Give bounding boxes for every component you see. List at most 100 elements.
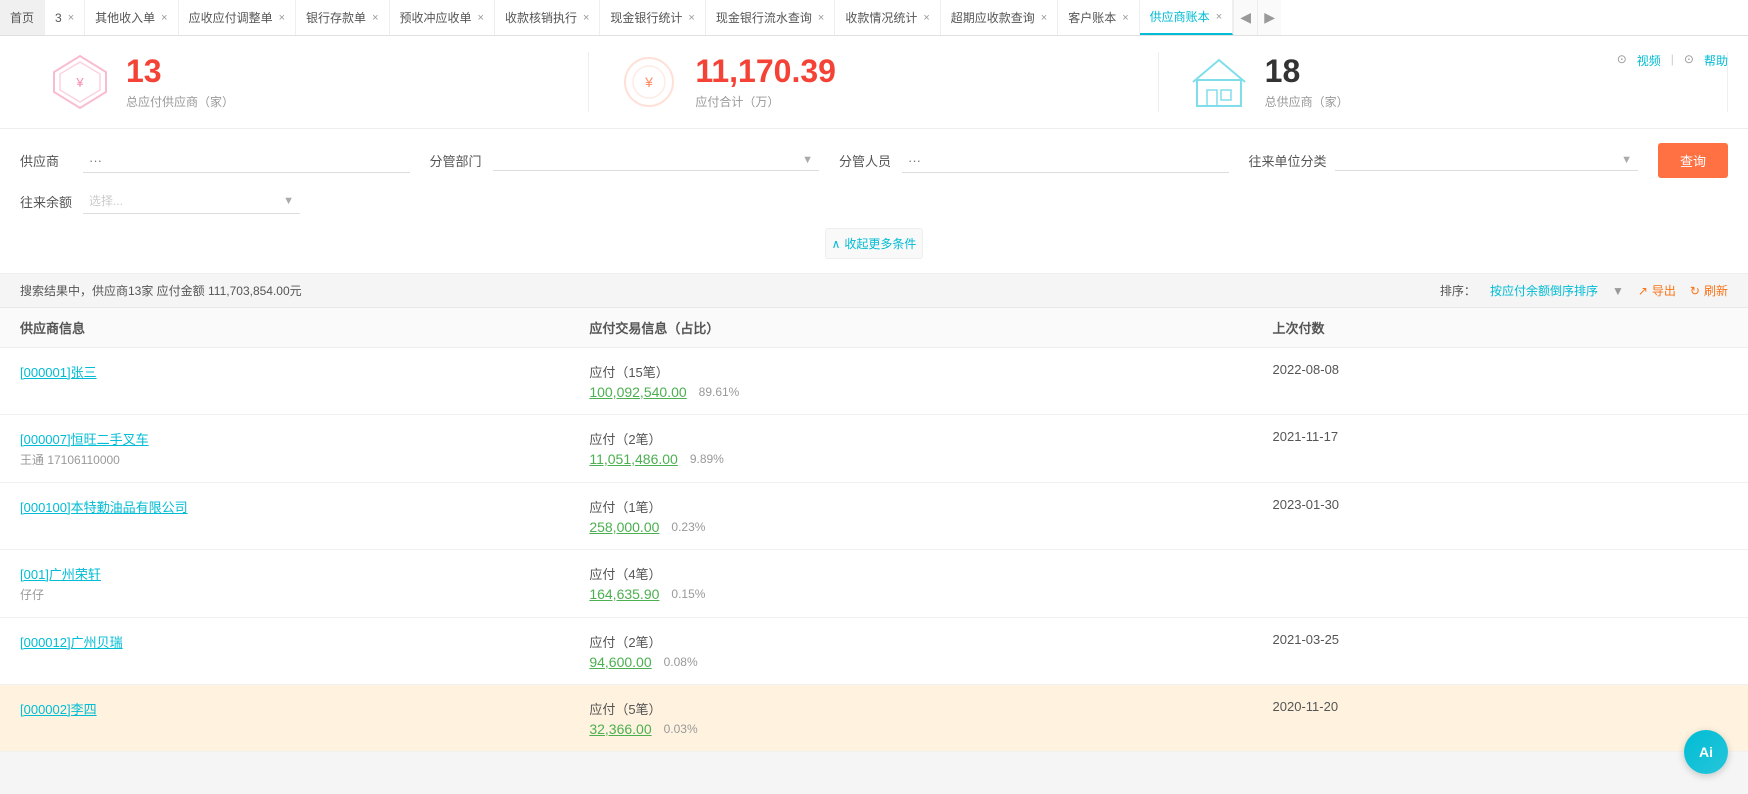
nav-home[interactable]: 首页: [0, 0, 45, 35]
table-body: [000001]张三 应付（15笔） 100,092,540.00 89.61%…: [0, 348, 1748, 752]
trans-amount-3[interactable]: 164,635.90: [589, 586, 659, 602]
nav-cash-bank-stat[interactable]: 现金银行统计 ×: [600, 0, 705, 35]
balance-filter-select[interactable]: 选择... ▼: [83, 188, 300, 214]
payable-suppliers-value: 13: [126, 55, 234, 87]
trans-amount-row-4: 94,600.00 0.08%: [589, 654, 1272, 670]
nav-other-income[interactable]: 其他收入单 ×: [85, 0, 178, 35]
filter-section: 供应商 分管部门 ▼ 分管人员 往来单位分类 ▼ 查询: [0, 129, 1748, 274]
last-pay-date-2: 2023-01-30: [1273, 497, 1340, 512]
refresh-button[interactable]: ↻ 刷新: [1690, 282, 1728, 299]
nav-receipt-stat-close[interactable]: ×: [923, 12, 929, 24]
summary-card3-content: 18 总供应商（家）: [1265, 55, 1349, 110]
supplier-link-1[interactable]: [000007]恒旺二手叉车: [20, 432, 149, 447]
supplier-link-2[interactable]: [000100]本特勤油品有限公司: [20, 500, 188, 515]
nav-bank-deposit[interactable]: 银行存款单 ×: [296, 0, 389, 35]
nav-receipt-verify[interactable]: 收款核销执行 ×: [495, 0, 600, 35]
nav-customer-book-close[interactable]: ×: [1122, 12, 1128, 24]
dept-filter-select[interactable]: ▼: [493, 150, 820, 171]
nav-receipt-stat[interactable]: 收款情况统计 ×: [835, 0, 940, 35]
collapse-label: 收起更多条件: [844, 235, 916, 252]
nav-adjust-close[interactable]: ×: [279, 12, 285, 24]
nav-prepay[interactable]: 预收冲应收单 ×: [390, 0, 495, 35]
supplier-filter-label: 供应商: [20, 151, 75, 170]
trans-percent-0: 89.61%: [699, 385, 740, 399]
transaction-cell-4: 应付（2笔） 94,600.00 0.08%: [589, 632, 1272, 670]
ai-badge[interactable]: Ai: [1684, 730, 1728, 774]
trans-label-0: 应付（15笔）: [589, 362, 1272, 381]
help-link[interactable]: 帮助: [1704, 52, 1728, 69]
nav-prepay-label: 预收冲应收单: [400, 9, 472, 26]
filter-category: 往来单位分类 ▼: [1249, 150, 1639, 171]
table-row: [000002]李四 应付（5笔） 32,366.00 0.03% 2020-1…: [0, 685, 1748, 752]
nav-cash-bank-query[interactable]: 现金银行流水查询 ×: [706, 0, 835, 35]
nav-other-income-close[interactable]: ×: [161, 12, 167, 24]
nav-overdue-close[interactable]: ×: [1041, 12, 1047, 24]
lastpay-cell-1: 2021-11-17: [1273, 429, 1728, 444]
nav-other-income-label: 其他收入单: [95, 9, 155, 26]
supplier-sub-3: 仔仔: [20, 586, 589, 603]
table-row: [000100]本特勤油品有限公司 应付（1笔） 258,000.00 0.23…: [0, 483, 1748, 550]
nav-customer-book-label: 客户账本: [1068, 9, 1116, 26]
nav-prev-arrow[interactable]: ◀: [1233, 0, 1257, 35]
trans-amount-1[interactable]: 11,051,486.00: [589, 451, 678, 467]
sort-value[interactable]: 按应付余额倒序排序: [1490, 282, 1598, 299]
nav-prepay-close[interactable]: ×: [478, 12, 484, 24]
nav-cash-bank-query-close[interactable]: ×: [818, 12, 824, 24]
nav-supplier-book-close[interactable]: ×: [1216, 11, 1222, 23]
nav-next-arrow[interactable]: ▶: [1257, 0, 1281, 35]
trans-amount-2[interactable]: 258,000.00: [589, 519, 659, 535]
trans-amount-row-2: 258,000.00 0.23%: [589, 519, 1272, 535]
nav-tab3-label: 3: [55, 11, 62, 25]
payable-amount-label: 应付合计（万）: [695, 93, 836, 110]
nav-adjust-label: 应收应付调整单: [189, 9, 273, 26]
summary-card-payable-suppliers: ¥ 13 总应付供应商（家）: [20, 52, 589, 112]
table-row: [001]广州荣轩 仔仔 应付（4笔） 164,635.90 0.15%: [0, 550, 1748, 618]
nav-cash-bank-query-label: 现金银行流水查询: [716, 9, 812, 26]
nav-cash-bank-stat-close[interactable]: ×: [688, 12, 694, 24]
last-pay-date-0: 2022-08-08: [1273, 362, 1340, 377]
table-row: [000001]张三 应付（15笔） 100,092,540.00 89.61%…: [0, 348, 1748, 415]
person-filter-input[interactable]: [902, 149, 1229, 173]
category-filter-label: 往来单位分类: [1249, 151, 1327, 170]
lastpay-cell-2: 2023-01-30: [1273, 497, 1728, 512]
nav-tab3[interactable]: 3 ×: [45, 0, 85, 35]
nav-customer-book[interactable]: 客户账本 ×: [1058, 0, 1139, 35]
trans-percent-2: 0.23%: [671, 520, 705, 534]
nav-overdue[interactable]: 超期应收款查询 ×: [941, 0, 1058, 35]
supplier-link-4[interactable]: [000012]广州贝瑞: [20, 635, 123, 650]
nav-supplier-book-label: 供应商账本: [1150, 8, 1210, 25]
nav-receipt-verify-label: 收款核销执行: [505, 9, 577, 26]
supplier-sub-1: 王通 17106110000: [20, 451, 589, 468]
trans-amount-row-0: 100,092,540.00 89.61%: [589, 384, 1272, 400]
category-filter-select[interactable]: ▼: [1335, 150, 1638, 171]
nav-receipt-verify-close[interactable]: ×: [583, 12, 589, 24]
nav-tab3-close[interactable]: ×: [68, 12, 74, 24]
trans-percent-5: 0.03%: [664, 722, 698, 736]
supplier-link-0[interactable]: [000001]张三: [20, 365, 97, 380]
collapse-button[interactable]: ∧ 收起更多条件: [825, 228, 924, 259]
ai-badge-label: Ai: [1699, 744, 1713, 760]
trans-amount-4[interactable]: 94,600.00: [589, 654, 651, 670]
trans-amount-row-5: 32,366.00 0.03%: [589, 721, 1272, 737]
balance-placeholder: 选择...: [89, 192, 123, 209]
trans-amount-0[interactable]: 100,092,540.00: [589, 384, 686, 400]
nav-adjust[interactable]: 应收应付调整单 ×: [179, 0, 296, 35]
trans-amount-row-3: 164,635.90 0.15%: [589, 586, 1272, 602]
transaction-cell-3: 应付（4笔） 164,635.90 0.15%: [589, 564, 1272, 602]
trans-amount-5[interactable]: 32,366.00: [589, 721, 651, 737]
transaction-cell-1: 应付（2笔） 11,051,486.00 9.89%: [589, 429, 1272, 467]
filter-collapse-row: ∧ 收起更多条件: [20, 224, 1728, 263]
query-button[interactable]: 查询: [1658, 143, 1728, 178]
nav-bank-deposit-close[interactable]: ×: [372, 12, 378, 24]
supplier-link-3[interactable]: [001]广州荣轩: [20, 567, 101, 582]
supplier-link-5[interactable]: [000002]李四: [20, 702, 97, 717]
video-link[interactable]: 视频: [1637, 52, 1661, 69]
transaction-cell-5: 应付（5笔） 32,366.00 0.03%: [589, 699, 1272, 737]
trans-percent-4: 0.08%: [664, 655, 698, 669]
lastpay-cell-5: 2020-11-20: [1273, 699, 1728, 714]
export-button[interactable]: ↗ 导出: [1638, 282, 1676, 299]
lastpay-cell-0: 2022-08-08: [1273, 362, 1728, 377]
last-pay-date-4: 2021-03-25: [1273, 632, 1340, 647]
nav-supplier-book[interactable]: 供应商账本 ×: [1140, 0, 1233, 35]
supplier-filter-input[interactable]: [83, 149, 410, 173]
